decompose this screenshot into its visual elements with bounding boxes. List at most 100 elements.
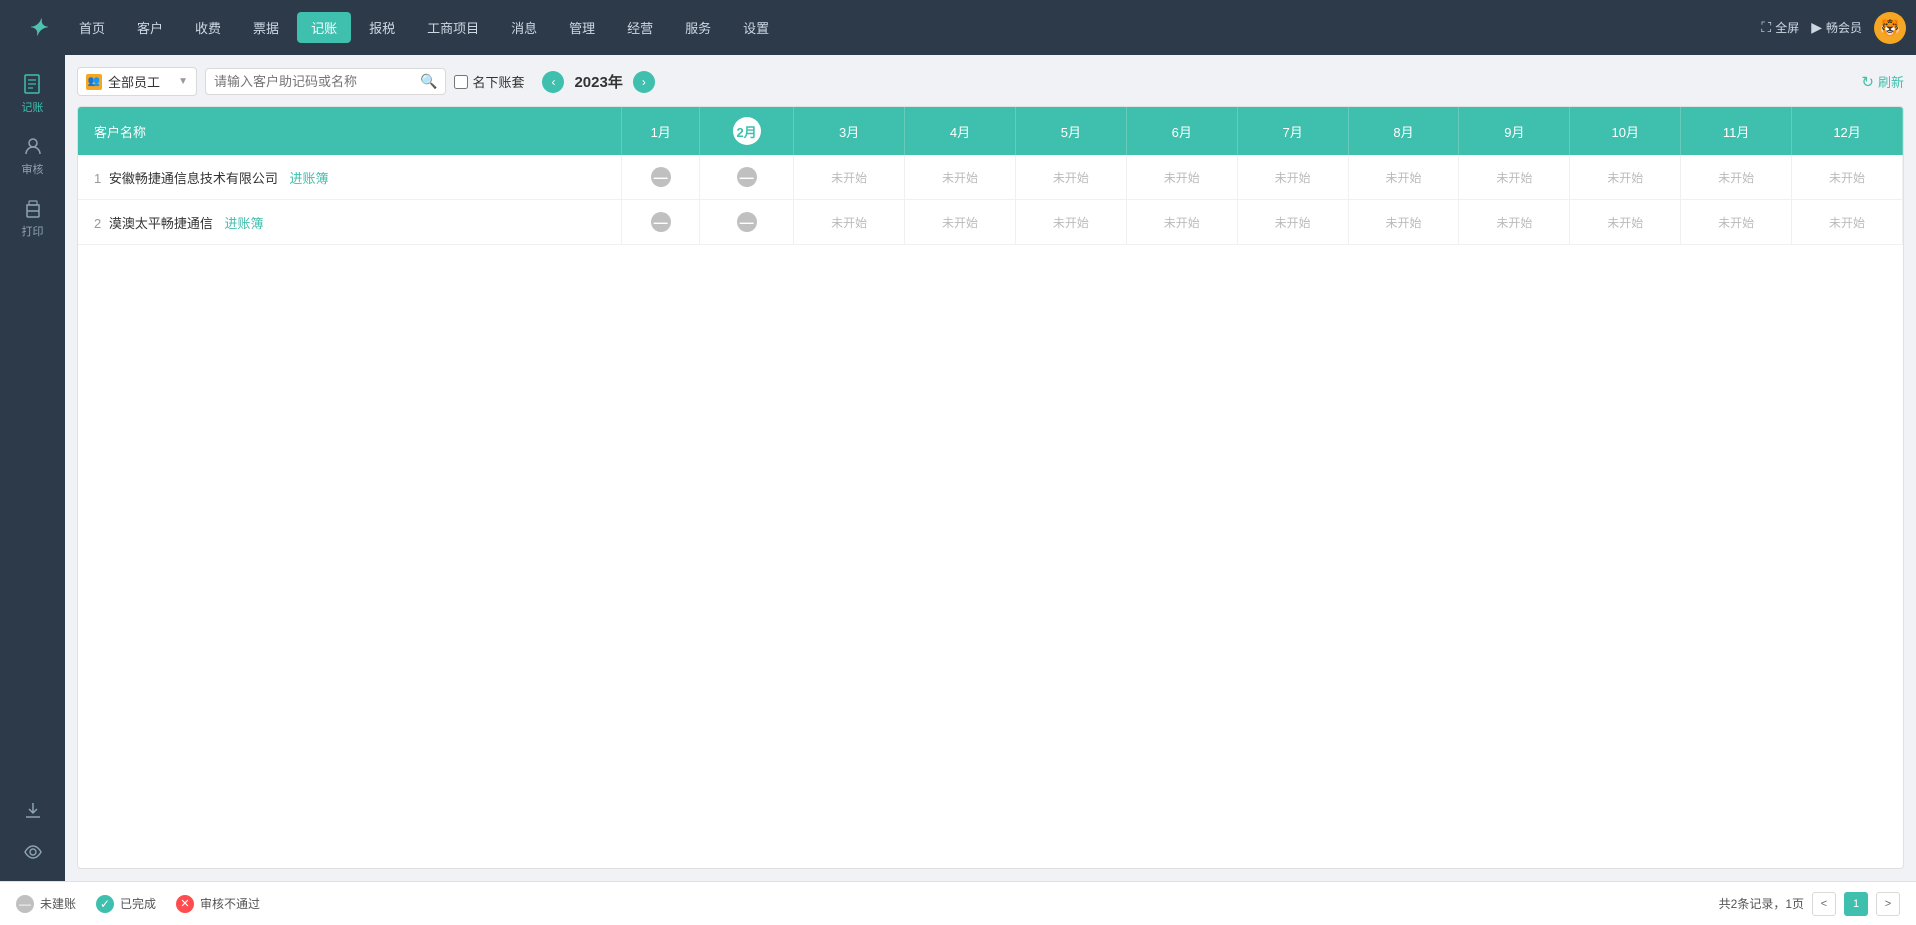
search-input[interactable]	[214, 74, 414, 89]
employee-select-label: 全部员工	[108, 72, 172, 91]
legend-rejected: ✕ 审核不通过	[176, 895, 260, 913]
row2-month8: 未开始	[1348, 200, 1459, 245]
sidebar-bottom	[18, 789, 48, 873]
nav-right: ⛶ 全屏 ▶ 畅会员 🐯	[1761, 12, 1906, 44]
sidebar-item-download[interactable]	[18, 789, 48, 831]
completed-label: 已完成	[120, 895, 156, 912]
main-layout: 记账 审核 打印	[0, 55, 1916, 881]
col-month-5: 5月	[1015, 107, 1126, 155]
rejected-icon: ✕	[176, 895, 194, 913]
minus-icon: —	[737, 167, 757, 187]
row1-month11: 未开始	[1681, 155, 1792, 200]
row2-month7: 未开始	[1237, 200, 1348, 245]
nav-item-operation[interactable]: 经营	[613, 12, 667, 43]
not-built-icon: —	[16, 895, 34, 913]
page-prev-button[interactable]: <	[1812, 892, 1836, 916]
completed-icon: ✓	[96, 895, 114, 913]
row1-index: 1	[94, 171, 101, 186]
nav-item-invoice[interactable]: 票据	[239, 12, 293, 43]
nav-item-home[interactable]: 首页	[65, 12, 119, 43]
col-month-2: 2月	[700, 107, 794, 155]
print-icon	[22, 197, 44, 219]
row1-month12: 未开始	[1792, 155, 1903, 200]
not-built-label: 未建账	[40, 895, 76, 912]
col-month-8: 8月	[1348, 107, 1459, 155]
vip-label: 畅会员	[1826, 19, 1862, 36]
row2-month3: 未开始	[794, 200, 905, 245]
col-client-name: 客户名称	[78, 107, 622, 155]
col-month-1: 1月	[622, 107, 700, 155]
col-month-11: 11月	[1681, 107, 1792, 155]
nav-item-bookkeeping[interactable]: 记账	[297, 12, 351, 43]
row2-month4: 未开始	[905, 200, 1016, 245]
sidebar-item-print[interactable]: 打印	[0, 187, 65, 249]
left-sidebar: 记账 审核 打印	[0, 55, 65, 881]
nav-items: 首页 客户 收费 票据 记账 报税 工商项目 消息 管理 经营 服务 设置	[65, 12, 1761, 43]
top-navigation: ✦ 首页 客户 收费 票据 记账 报税 工商项目 消息 管理 经营 服务 设置 …	[0, 0, 1916, 55]
employee-icon: 👥	[86, 74, 102, 90]
fullscreen-label: 全屏	[1775, 19, 1799, 36]
row1-month2: —	[700, 155, 794, 200]
content-area: 👥 全部员工 ▼ 🔍 名下账套 ‹ 2023年 › ↻ 刷新	[65, 55, 1916, 881]
refresh-button[interactable]: ↻ 刷新	[1861, 72, 1904, 91]
minus-icon: —	[651, 167, 671, 187]
nav-item-client[interactable]: 客户	[123, 12, 177, 43]
row2-client-name: 漠澳太平畅捷通信	[109, 216, 213, 231]
nav-item-settings[interactable]: 设置	[729, 12, 783, 43]
row1-client-name: 安徽畅捷通信息技术有限公司	[109, 171, 278, 186]
row2-month5: 未开始	[1015, 200, 1126, 245]
row1-month8: 未开始	[1348, 155, 1459, 200]
eye-icon	[22, 841, 44, 863]
employee-select[interactable]: 👥 全部员工 ▼	[77, 67, 197, 96]
row2-enter-link[interactable]: 进账簿	[225, 216, 264, 231]
row1-month7: 未开始	[1237, 155, 1348, 200]
col-month-9: 9月	[1459, 107, 1570, 155]
col-month-3: 3月	[794, 107, 905, 155]
minus-icon: —	[737, 212, 757, 232]
my-accounts-checkbox[interactable]: 名下账套	[454, 72, 524, 91]
rejected-label: 审核不通过	[200, 895, 260, 912]
row2-month10: 未开始	[1570, 200, 1681, 245]
table-row: 2 漠澳太平畅捷通信 进账簿 — — 未开始 未开始 未开始 未开始 未开始 未…	[78, 200, 1903, 245]
year-navigation: ‹ 2023年 ›	[542, 71, 654, 93]
my-accounts-check[interactable]	[454, 75, 468, 89]
row1-month3: 未开始	[794, 155, 905, 200]
page-next-button[interactable]: >	[1876, 892, 1900, 916]
sidebar-item-bookkeeping[interactable]: 记账	[0, 63, 65, 125]
row1-enter-link[interactable]: 进账簿	[290, 171, 329, 186]
year-prev-button[interactable]: ‹	[542, 71, 564, 93]
vip-button[interactable]: ▶ 畅会员	[1811, 19, 1862, 36]
refresh-label: 刷新	[1878, 72, 1904, 91]
fullscreen-icon: ⛶	[1761, 19, 1771, 36]
row2-month6: 未开始	[1126, 200, 1237, 245]
nav-item-service[interactable]: 服务	[671, 12, 725, 43]
minus-icon: —	[651, 212, 671, 232]
audit-icon	[22, 135, 44, 157]
row1-month1: —	[622, 155, 700, 200]
refresh-icon: ↻	[1861, 73, 1874, 91]
my-accounts-label: 名下账套	[472, 72, 524, 91]
footer: — 未建账 ✓ 已完成 ✕ 审核不通过 共2条记录，1页 < 1 >	[0, 881, 1916, 925]
user-avatar[interactable]: 🐯	[1874, 12, 1906, 44]
nav-item-fee[interactable]: 收费	[181, 12, 235, 43]
sidebar-item-audit[interactable]: 审核	[0, 125, 65, 187]
month-2-highlight: 2月	[733, 117, 761, 145]
nav-item-message[interactable]: 消息	[497, 12, 551, 43]
fullscreen-button[interactable]: ⛶ 全屏	[1761, 19, 1799, 36]
year-next-button[interactable]: ›	[633, 71, 655, 93]
row1-month6: 未开始	[1126, 155, 1237, 200]
year-text: 2023年	[574, 71, 622, 92]
footer-right: 共2条记录，1页 < 1 >	[1719, 892, 1900, 916]
page-current-button[interactable]: 1	[1844, 892, 1868, 916]
nav-item-tax[interactable]: 报税	[355, 12, 409, 43]
row2-month9: 未开始	[1459, 200, 1570, 245]
toolbar: 👥 全部员工 ▼ 🔍 名下账套 ‹ 2023年 › ↻ 刷新	[77, 67, 1904, 96]
row1-month4: 未开始	[905, 155, 1016, 200]
sidebar-item-eye[interactable]	[18, 831, 48, 873]
sidebar-label-audit: 审核	[22, 161, 44, 177]
dropdown-arrow-icon: ▼	[178, 76, 188, 87]
nav-item-business[interactable]: 工商项目	[413, 12, 493, 43]
search-icon[interactable]: 🔍	[420, 73, 437, 90]
row2-client-cell: 2 漠澳太平畅捷通信 进账簿	[78, 200, 622, 245]
nav-item-manage[interactable]: 管理	[555, 12, 609, 43]
